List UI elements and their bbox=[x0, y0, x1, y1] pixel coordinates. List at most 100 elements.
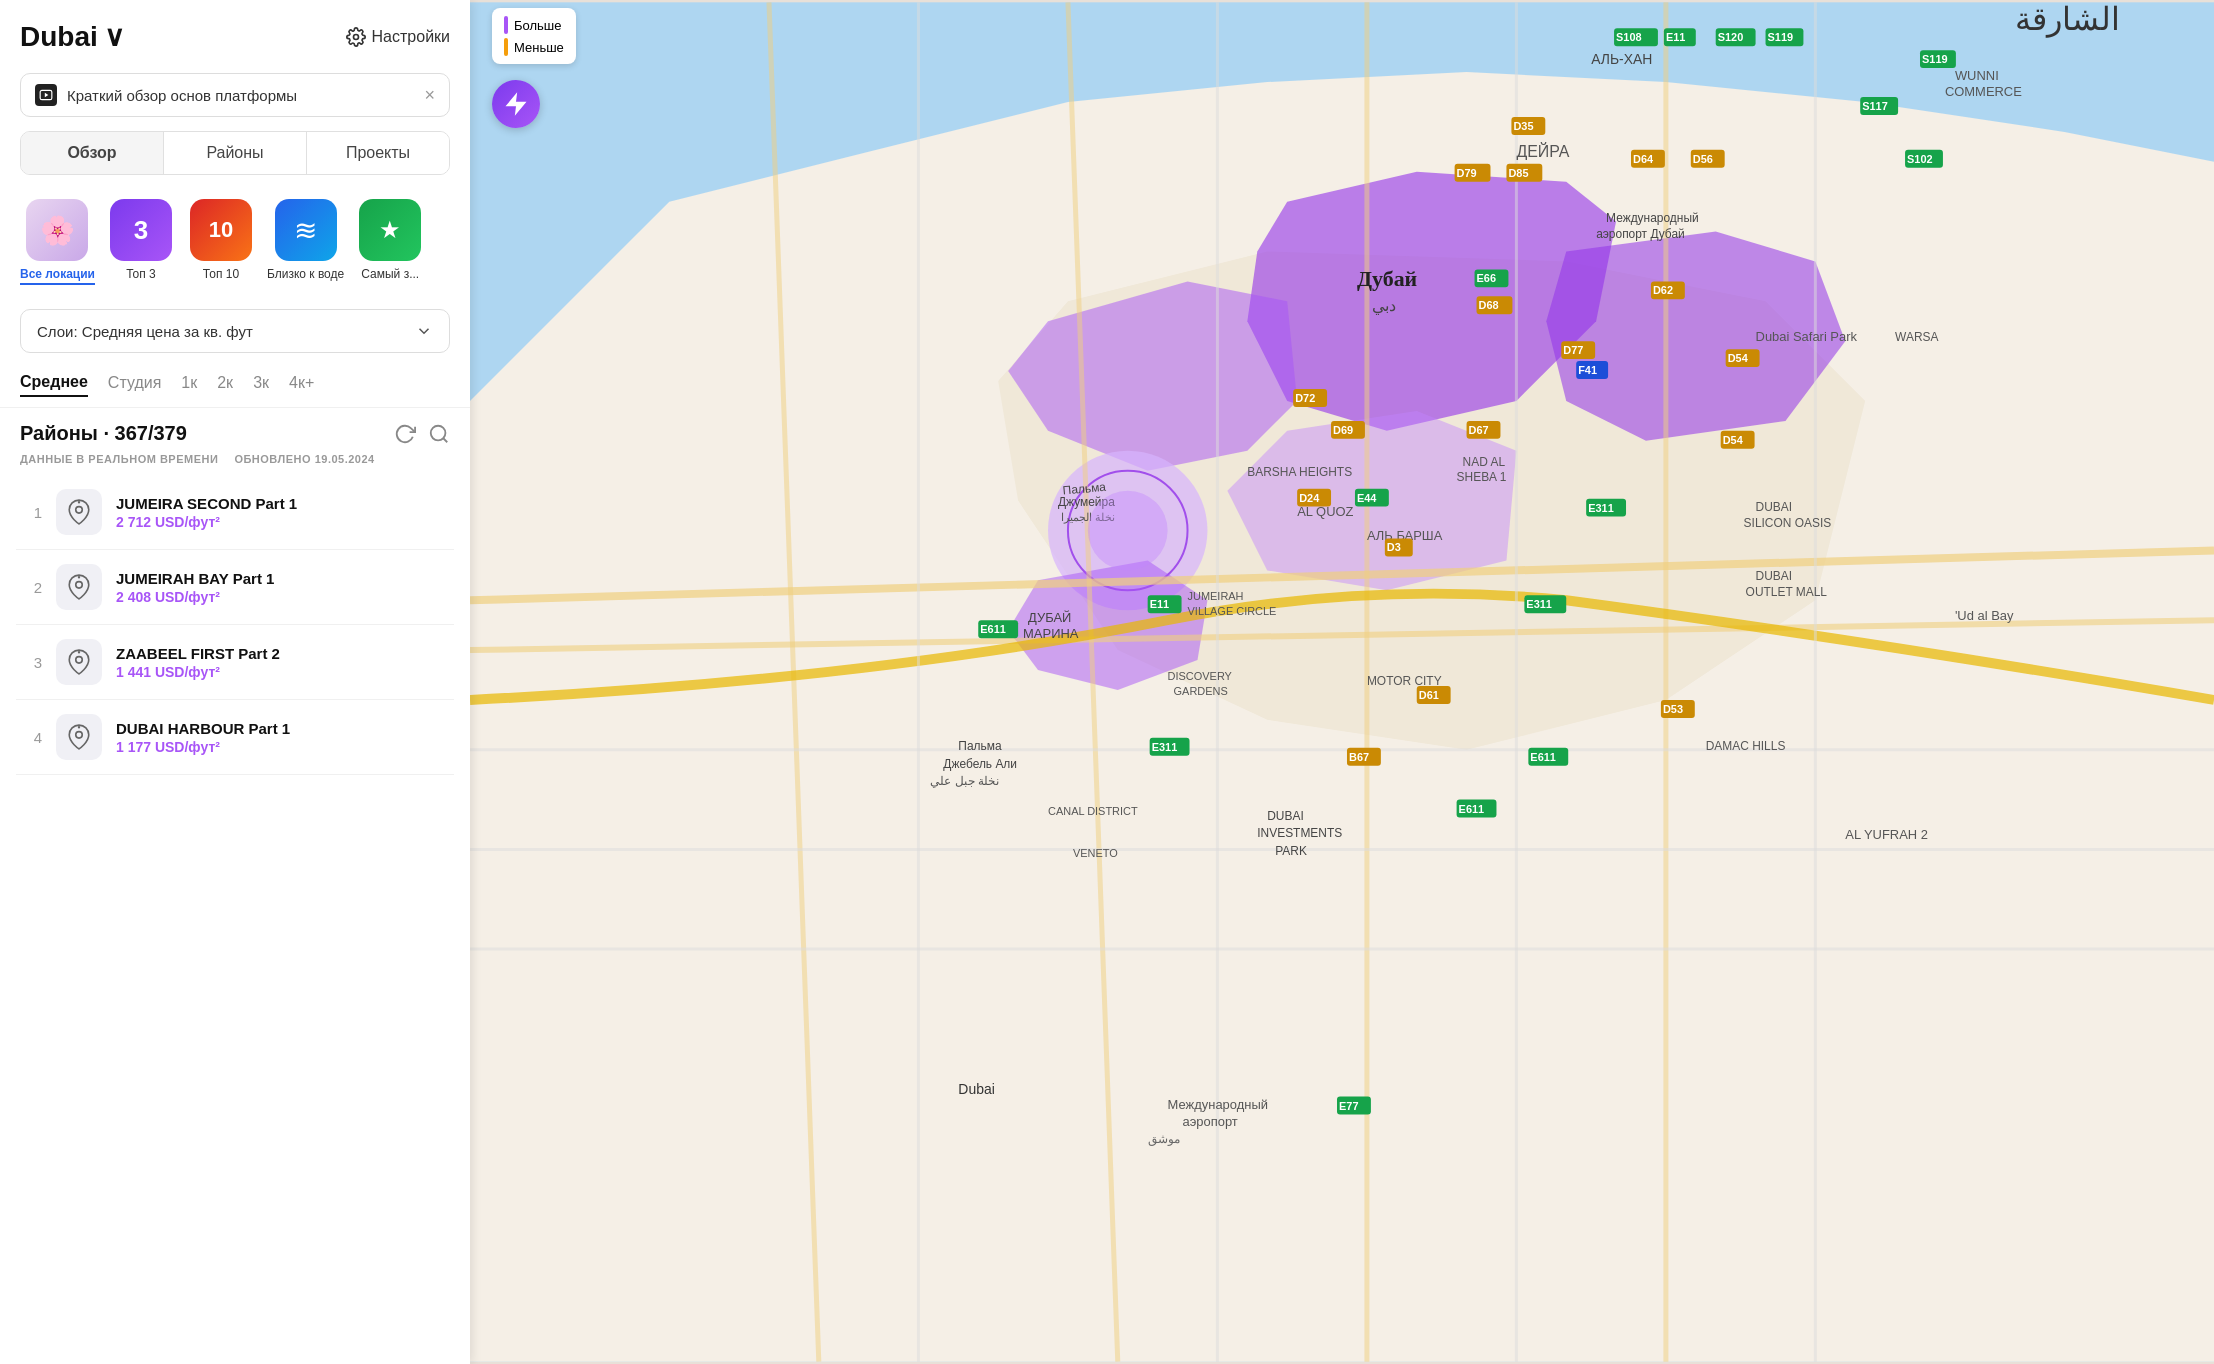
filter-top10-label: Топ 10 bbox=[203, 267, 239, 281]
svg-text:Пальма: Пальма bbox=[958, 739, 1002, 753]
tab-districts[interactable]: Районы bbox=[163, 132, 306, 174]
legend-more: Больше bbox=[504, 16, 564, 34]
map-container: Дубай دبي ДЕЙРА ديرة AL QUOZ Пальма Джум… bbox=[470, 0, 2214, 1364]
filter-water[interactable]: ≋ Близко к воде bbox=[267, 199, 344, 285]
districts-count-title: Районы · 367/379 bbox=[20, 422, 187, 445]
svg-text:D54: D54 bbox=[1728, 352, 1749, 364]
chevron-down-icon bbox=[415, 322, 433, 340]
district-icon-4 bbox=[56, 714, 102, 760]
svg-text:D24: D24 bbox=[1299, 492, 1320, 504]
svg-text:Dubai Safari Park: Dubai Safari Park bbox=[1756, 329, 1858, 344]
youtube-play-icon bbox=[39, 88, 53, 102]
filter-all-label: Все локации bbox=[20, 267, 95, 285]
svg-text:D3: D3 bbox=[1387, 541, 1401, 553]
svg-text:Dubai: Dubai bbox=[958, 1081, 994, 1097]
svg-text:DUBAI: DUBAI bbox=[1756, 500, 1792, 514]
svg-point-141 bbox=[76, 582, 83, 589]
svg-text:S119: S119 bbox=[1922, 53, 1948, 65]
district-item-3[interactable]: 3 ZAABEEL FIRST Part 2 1 441 USD/фут² bbox=[16, 625, 454, 700]
filter-top3[interactable]: 3 Топ 3 bbox=[107, 199, 175, 285]
svg-text:D77: D77 bbox=[1563, 344, 1583, 356]
svg-text:DISCOVERY: DISCOVERY bbox=[1168, 670, 1233, 682]
svg-text:E11: E11 bbox=[1666, 31, 1686, 43]
svg-text:D54: D54 bbox=[1723, 434, 1744, 446]
search-icon[interactable] bbox=[428, 423, 450, 445]
svg-text:VILLAGE CIRCLE: VILLAGE CIRCLE bbox=[1188, 605, 1277, 617]
tab-overview[interactable]: Обзор bbox=[21, 132, 163, 174]
layer-selector[interactable]: Слои: Средняя цена за кв. фут bbox=[20, 309, 450, 353]
districts-section-header: Районы · 367/379 bbox=[0, 408, 470, 451]
filter-best-icon: ★ bbox=[359, 199, 421, 261]
svg-text:JUMEIRAH: JUMEIRAH bbox=[1188, 590, 1244, 602]
svg-text:E311: E311 bbox=[1526, 598, 1552, 610]
filter-top3-label: Топ 3 bbox=[126, 267, 156, 281]
search-box[interactable]: Краткий обзор основ платформы × bbox=[20, 73, 450, 117]
tab-projects[interactable]: Проекты bbox=[306, 132, 449, 174]
filter-top10-icon: 10 bbox=[190, 199, 252, 261]
svg-text:E611: E611 bbox=[1530, 751, 1556, 763]
lightning-button[interactable] bbox=[492, 80, 540, 128]
district-info-4: DUBAI HARBOUR Part 1 1 177 USD/фут² bbox=[116, 720, 446, 755]
svg-text:D68: D68 bbox=[1479, 299, 1499, 311]
filter-chips: 🌸 Все локации 3 Топ 3 10 Топ 10 ≋ Близко… bbox=[0, 189, 470, 295]
svg-text:COMMERCE: COMMERCE bbox=[1945, 84, 2022, 99]
subtab-average[interactable]: Среднее bbox=[20, 373, 88, 397]
settings-icon bbox=[346, 27, 366, 47]
subtab-3k[interactable]: 3к bbox=[253, 373, 269, 397]
district-name-2: JUMEIRAH BAY Part 1 bbox=[116, 570, 446, 587]
refresh-icon[interactable] bbox=[394, 423, 416, 445]
filter-top10[interactable]: 10 Топ 10 bbox=[187, 199, 255, 285]
district-name-1: JUMEIRA SECOND Part 1 bbox=[116, 495, 446, 512]
svg-text:F41: F41 bbox=[1578, 364, 1597, 376]
filter-water-icon: ≋ bbox=[275, 199, 337, 261]
legend-color-more bbox=[504, 16, 508, 34]
svg-text:E611: E611 bbox=[980, 623, 1006, 635]
svg-text:GARDENS: GARDENS bbox=[1174, 685, 1228, 697]
district-item-4[interactable]: 4 DUBAI HARBOUR Part 1 1 177 USD/фут² bbox=[16, 700, 454, 775]
svg-text:SHEBA 1: SHEBA 1 bbox=[1457, 470, 1507, 484]
filter-top3-icon: 3 bbox=[110, 199, 172, 261]
svg-text:E11: E11 bbox=[1150, 598, 1169, 610]
svg-text:S102: S102 bbox=[1907, 153, 1933, 165]
svg-text:PARK: PARK bbox=[1275, 844, 1307, 858]
svg-text:E77: E77 bbox=[1339, 1100, 1359, 1112]
district-item-2[interactable]: 2 JUMEIRAH BAY Part 1 2 408 USD/фут² bbox=[16, 550, 454, 625]
svg-point-135 bbox=[353, 34, 358, 39]
svg-text:аэропорт Дубай: аэропорт Дубай bbox=[1596, 227, 1685, 241]
subtab-2k[interactable]: 2к bbox=[217, 373, 233, 397]
district-item-1[interactable]: 1 JUMEIRA SECOND Part 1 2 712 USD/фут² bbox=[16, 475, 454, 550]
settings-label: Настройки bbox=[372, 28, 450, 46]
svg-text:E66: E66 bbox=[1477, 272, 1497, 284]
svg-text:B67: B67 bbox=[1349, 751, 1369, 763]
svg-text:D67: D67 bbox=[1469, 424, 1489, 436]
subtab-4k[interactable]: 4к+ bbox=[289, 373, 314, 397]
filter-all-locations[interactable]: 🌸 Все локации bbox=[20, 199, 95, 285]
district-num-4: 4 bbox=[24, 729, 42, 746]
district-icon-1 bbox=[56, 489, 102, 535]
svg-text:ДЕЙРА: ДЕЙРА bbox=[1516, 142, 1569, 160]
filter-water-label: Близко к воде bbox=[267, 267, 344, 281]
svg-text:S117: S117 bbox=[1862, 100, 1888, 112]
city-title-button[interactable]: Dubai ∨ bbox=[20, 20, 125, 53]
subtab-studio[interactable]: Студия bbox=[108, 373, 161, 397]
legend-more-label: Больше bbox=[514, 18, 562, 33]
svg-text:E311: E311 bbox=[1588, 502, 1614, 514]
svg-text:دبي: دبي bbox=[1372, 297, 1396, 315]
district-icon-2 bbox=[56, 564, 102, 610]
district-price-4: 1 177 USD/фут² bbox=[116, 739, 446, 755]
filter-best-label: Самый з... bbox=[361, 267, 419, 281]
svg-text:AL YUFRAH 2: AL YUFRAH 2 bbox=[1845, 827, 1928, 842]
district-num-2: 2 bbox=[24, 579, 42, 596]
district-price-1: 2 712 USD/фут² bbox=[116, 514, 446, 530]
layer-text: Слои: Средняя цена за кв. фут bbox=[37, 323, 253, 340]
search-clear-button[interactable]: × bbox=[424, 85, 435, 106]
svg-text:S119: S119 bbox=[1768, 31, 1794, 43]
svg-text:D53: D53 bbox=[1663, 703, 1683, 715]
settings-button[interactable]: Настройки bbox=[346, 27, 450, 47]
svg-text:МАРИНА: МАРИНА bbox=[1023, 626, 1079, 641]
svg-text:Джебель Али: Джебель Али bbox=[943, 757, 1017, 771]
subtab-1k[interactable]: 1к bbox=[181, 373, 197, 397]
svg-text:MOTOR CITY: MOTOR CITY bbox=[1367, 674, 1442, 688]
svg-line-138 bbox=[443, 438, 447, 442]
filter-best[interactable]: ★ Самый з... bbox=[356, 199, 424, 285]
